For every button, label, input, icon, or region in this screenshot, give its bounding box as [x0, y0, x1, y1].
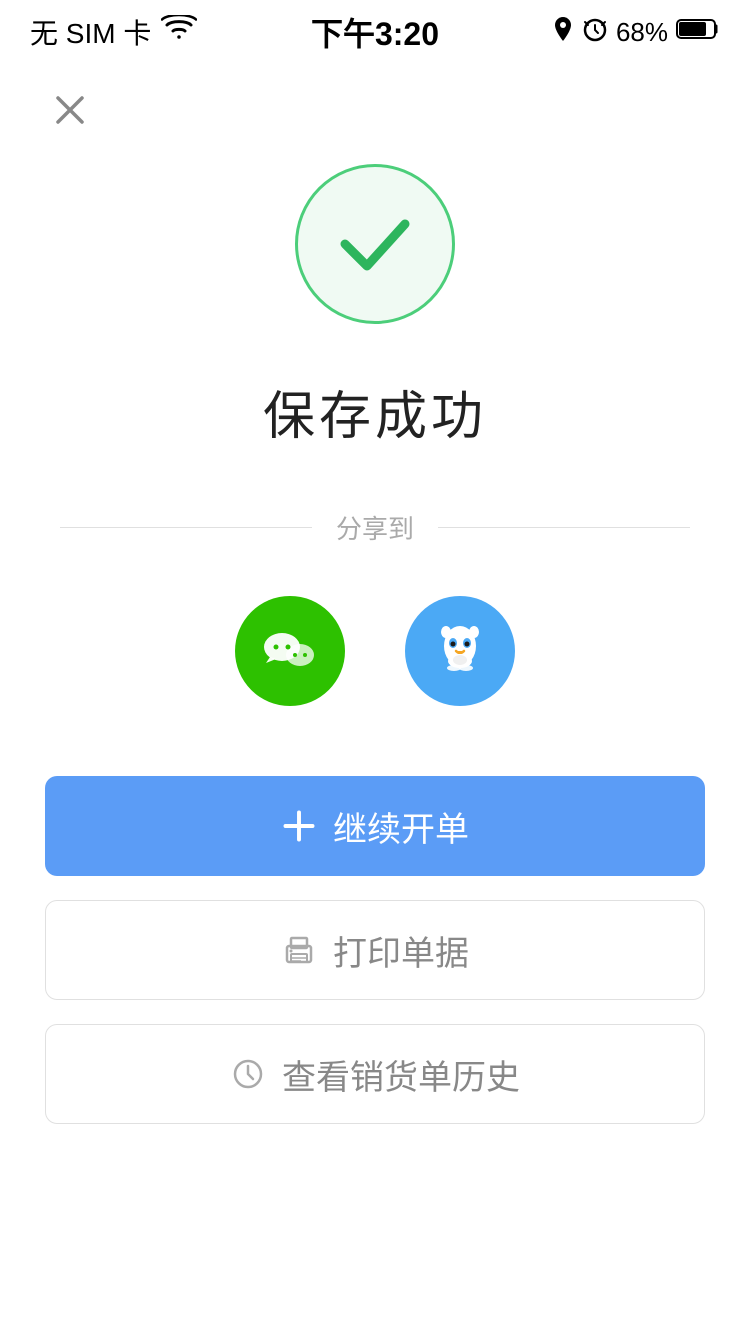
print-icon: [281, 932, 317, 968]
qq-icon: [426, 617, 494, 685]
share-divider: 分享到: [0, 509, 750, 546]
history-icon: [230, 1056, 266, 1092]
share-label: 分享到: [312, 509, 438, 546]
success-circle: [295, 164, 455, 324]
share-wechat-button[interactable]: [235, 596, 345, 706]
wechat-icon: [256, 617, 324, 685]
battery-percentage: 68%: [616, 17, 668, 48]
main-content: 保存成功 分享到: [0, 64, 750, 1124]
plus-icon: [281, 808, 317, 844]
print-label: 打印单据: [333, 926, 469, 975]
wifi-icon: [161, 15, 197, 50]
carrier-text: 无 SIM 卡: [30, 12, 151, 52]
close-button[interactable]: [40, 80, 100, 140]
continue-label: 继续开单: [333, 802, 469, 851]
battery-icon: [676, 17, 720, 48]
checkmark-icon: [330, 199, 420, 289]
divider-right: [438, 527, 690, 528]
success-title: 保存成功: [263, 374, 487, 449]
status-time: 下午3:20: [311, 9, 439, 55]
share-icons-container: [235, 596, 515, 706]
history-button[interactable]: 查看销货单历史: [45, 1024, 705, 1124]
status-carrier: 无 SIM 卡: [30, 12, 197, 52]
history-label: 查看销货单历史: [282, 1050, 520, 1099]
share-qq-button[interactable]: [405, 596, 515, 706]
print-button[interactable]: 打印单据: [45, 900, 705, 1000]
status-bar: 无 SIM 卡 下午3:20 68%: [0, 0, 750, 64]
action-buttons: 继续开单 打印单据 查看销货单历史: [45, 776, 705, 1124]
status-indicators: 68%: [552, 16, 720, 49]
continue-button[interactable]: 继续开单: [45, 776, 705, 876]
divider-left: [60, 527, 312, 528]
alarm-icon: [582, 16, 608, 49]
location-icon: [552, 16, 574, 49]
